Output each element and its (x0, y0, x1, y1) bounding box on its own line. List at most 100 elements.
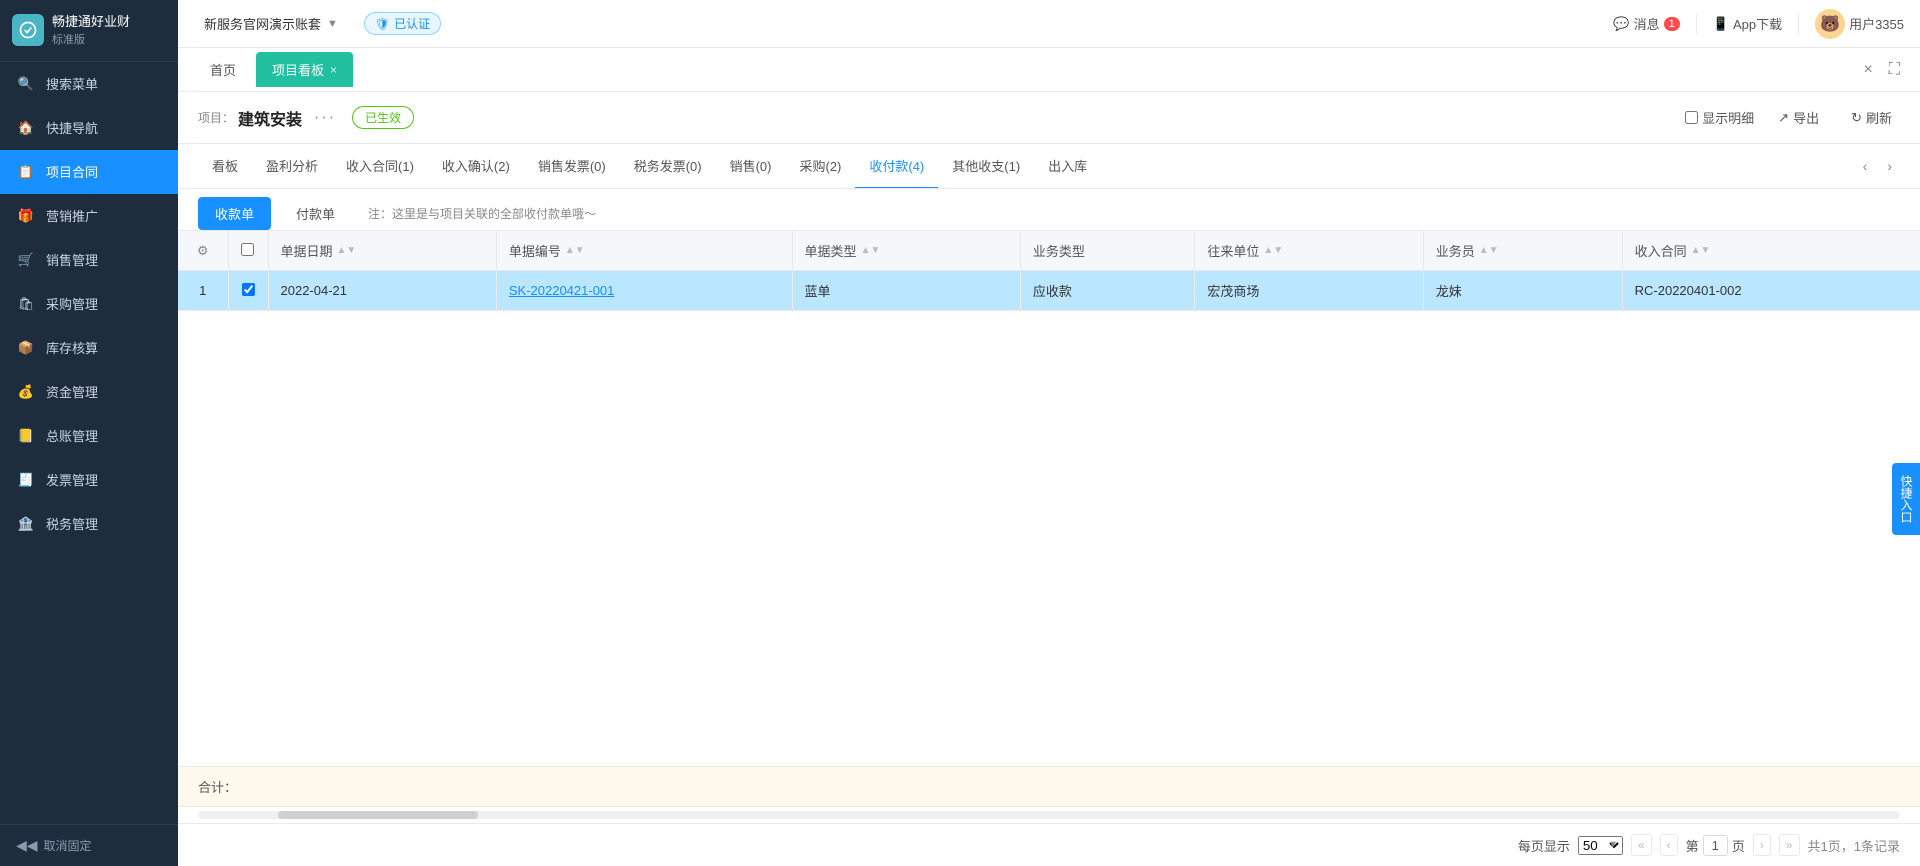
user-name: 用户3355 (1849, 14, 1904, 33)
user-menu[interactable]: 🐻 用户3355 (1815, 9, 1904, 39)
nav-next-arrow[interactable]: › (1879, 154, 1900, 178)
app-name: 畅捷通好业财 (52, 14, 130, 31)
more-options-button[interactable]: ··· (314, 109, 336, 127)
messages-button[interactable]: 💬 消息 1 (1613, 14, 1679, 33)
project-header: 项目： 建筑安装 ··· 已生效 显示明细 ↗ 导出 ↻ 刷新 (178, 92, 1920, 144)
cell-checkbox[interactable] (228, 271, 268, 311)
select-all-checkbox[interactable] (241, 243, 254, 256)
account-name: 新服务官网演示账套 (204, 14, 321, 33)
account-selector[interactable]: 新服务官网演示账套 ▼ (194, 10, 348, 37)
sidebar-item-tax[interactable]: 🏦 税务管理 (0, 502, 178, 546)
inner-tab-note: 注：这里是与项目关联的全部收付款单哦～ (360, 199, 604, 228)
app-logo (12, 14, 44, 46)
sidebar-item-ledger[interactable]: 📒 总账管理 (0, 414, 178, 458)
sidebar-label-invoice: 发票管理 (46, 470, 98, 489)
quick-entry-button[interactable]: 快捷入口 (1892, 463, 1920, 535)
sidebar-item-marketing[interactable]: 🎁 营销推广 (0, 194, 178, 238)
prev-page-button[interactable]: ‹ (1660, 834, 1678, 856)
sidebar-item-sales[interactable]: 🛒 销售管理 (0, 238, 178, 282)
settings-icon[interactable]: ⚙ (197, 243, 209, 258)
table-row[interactable]: 1 2022-04-21 SK-20220421-001 蓝单 (178, 271, 1920, 311)
first-page-button[interactable]: « (1631, 834, 1652, 856)
tab-home[interactable]: 首页 (194, 52, 252, 87)
tab-home-label: 首页 (210, 60, 236, 79)
th-salesperson[interactable]: 业务员 ▲▼ (1423, 231, 1622, 271)
sub-nav-sales[interactable]: 销售(0) (716, 144, 786, 189)
current-page-input[interactable]: 1 (1703, 835, 1728, 856)
per-page-select[interactable]: 50 10 20 100 (1578, 836, 1623, 855)
tabbar: 首页 项目看板 × × ⛶ (178, 48, 1920, 92)
inner-tab-payment[interactable]: 付款单 (279, 197, 352, 230)
sub-nav-profit[interactable]: 盈利分析 (252, 144, 332, 189)
th-settings[interactable]: ⚙ (178, 231, 228, 271)
search-icon: 🔍 (16, 74, 36, 94)
sidebar-item-capital[interactable]: 💰 资金管理 (0, 370, 178, 414)
inner-tab-receipt[interactable]: 收款单 (198, 197, 271, 230)
tab-project-board[interactable]: 项目看板 × (256, 52, 353, 87)
tab-project-board-label: 项目看板 (272, 60, 324, 79)
purchase-icon: 🛍 (16, 294, 36, 314)
sidebar-item-inventory[interactable]: 📦 库存核算 (0, 326, 178, 370)
sub-nav-warehouse[interactable]: 出入库 (1034, 144, 1101, 189)
sidebar-item-purchase[interactable]: 🛍 采购管理 (0, 282, 178, 326)
th-biz-type: 业务类型 (1020, 231, 1194, 271)
sort-date-icon: ▲▼ (337, 246, 357, 256)
sidebar-item-contract[interactable]: 📋 项目合同 (0, 150, 178, 194)
sub-nav-payment[interactable]: 收付款(4) (855, 144, 938, 189)
sub-nav-tax-invoice[interactable]: 税务发票(0) (620, 144, 716, 189)
sales-icon: 🛒 (16, 250, 36, 270)
sidebar-item-invoice[interactable]: 🧾 发票管理 (0, 458, 178, 502)
sub-nav-income-confirm[interactable]: 收入确认(2) (428, 144, 524, 189)
app-download-button[interactable]: 📱 App下载 (1713, 14, 1782, 33)
sub-nav-purchase[interactable]: 采购(2) (785, 144, 855, 189)
certified-text: 已认证 (394, 15, 430, 32)
total-label: 合计： (198, 777, 237, 796)
export-button[interactable]: ↗ 导出 (1770, 104, 1827, 131)
th-type[interactable]: 单据类型 ▲▼ (792, 231, 1020, 271)
th-checkbox[interactable] (228, 231, 268, 271)
th-number[interactable]: 单据编号 ▲▼ (496, 231, 792, 271)
page-suffix: 页 (1732, 836, 1745, 855)
show-detail-checkbox[interactable] (1685, 111, 1698, 124)
per-page-select-wrapper: 50 10 20 100 ▼ (1578, 836, 1623, 855)
sub-nav-sales-invoice[interactable]: 销售发票(0) (524, 144, 620, 189)
page-info: 第 1 页 (1686, 835, 1745, 856)
tab-close-icon[interactable]: × (330, 63, 337, 77)
data-table: ⚙ 单据日期 ▲▼ 单据编号 (178, 231, 1920, 311)
nav-prev-arrow[interactable]: ‹ (1855, 154, 1876, 178)
sort-income-contract-icon: ▲▼ (1691, 246, 1711, 256)
invoice-icon: 🧾 (16, 470, 36, 490)
close-all-button[interactable]: × (1859, 57, 1876, 83)
sub-nav-kanban[interactable]: 看板 (198, 144, 252, 189)
sidebar-label-search: 搜索菜单 (46, 74, 98, 93)
show-detail-label: 显示明细 (1702, 108, 1754, 127)
last-page-button[interactable]: » (1779, 834, 1800, 856)
sidebar-item-quicknav[interactable]: 🏠 快捷导航 (0, 106, 178, 150)
next-page-button[interactable]: › (1753, 834, 1771, 856)
contract-icon: 📋 (16, 162, 36, 182)
sidebar-header: 畅捷通好业财 标准版 (0, 0, 178, 62)
th-partner[interactable]: 往来单位 ▲▼ (1195, 231, 1423, 271)
refresh-icon: ↻ (1851, 110, 1862, 126)
sidebar-unpin-button[interactable]: ◀◀ 取消固定 (0, 824, 178, 866)
horizontal-scrollbar[interactable] (198, 811, 1900, 819)
show-detail-checkbox-label[interactable]: 显示明细 (1685, 108, 1754, 127)
scrollbar-thumb[interactable] (278, 811, 478, 819)
sidebar-label-purchase: 采购管理 (46, 294, 98, 313)
page-prefix: 第 (1686, 836, 1699, 855)
sidebar-label-quicknav: 快捷导航 (46, 118, 98, 137)
inner-tab-receipt-label: 收款单 (215, 207, 254, 222)
document-number-link[interactable]: SK-20220421-001 (509, 283, 615, 298)
inventory-icon: 📦 (16, 338, 36, 358)
cell-partner: 宏茂商场 (1195, 271, 1423, 311)
th-income-contract[interactable]: 收入合同 ▲▼ (1622, 231, 1920, 271)
cell-number[interactable]: SK-20220421-001 (496, 271, 792, 311)
row-checkbox[interactable] (242, 283, 255, 296)
maximize-button[interactable]: ⛶ (1885, 57, 1904, 83)
th-date[interactable]: 单据日期 ▲▼ (268, 231, 496, 271)
project-header-right: 显示明细 ↗ 导出 ↻ 刷新 (1685, 104, 1900, 131)
sidebar-item-search[interactable]: 🔍 搜索菜单 (0, 62, 178, 106)
sub-nav-income-contract[interactable]: 收入合同(1) (332, 144, 428, 189)
refresh-button[interactable]: ↻ 刷新 (1843, 104, 1900, 131)
sub-nav-other-expense[interactable]: 其他收支(1) (938, 144, 1034, 189)
